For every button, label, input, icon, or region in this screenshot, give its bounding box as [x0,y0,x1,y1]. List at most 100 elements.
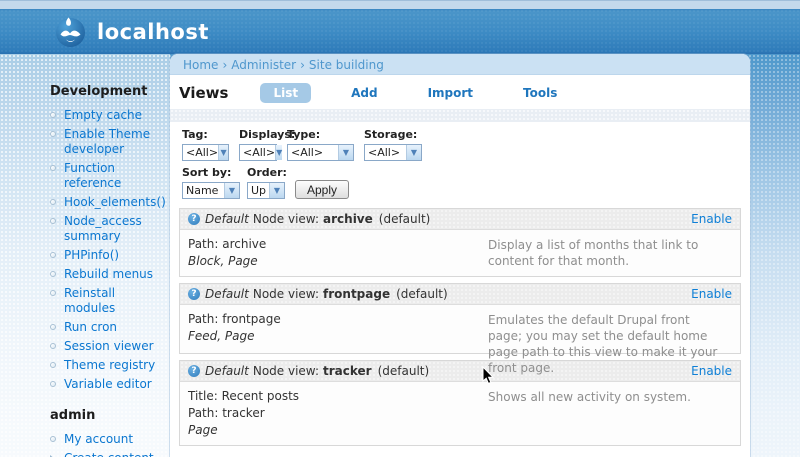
view-name: frontpage [323,287,391,301]
site-header: localhost [0,9,800,54]
chevron-down-icon: ▼ [218,145,228,160]
order-label: Order: [247,166,287,179]
tab-list[interactable]: List [260,83,312,103]
view-name: archive [323,212,373,226]
top-strip [0,0,800,9]
view-row-body: Title: Recent posts Path: tracker Page S… [180,382,740,445]
sort-filter: Sort by: Name ▼ [182,166,240,199]
filter-row-2: Sort by: Name ▼ Order: Up ▼ Apply [182,166,741,199]
panel-body: Views List Add Import Tools Tag: <All>▼ [170,81,750,457]
order-filter: Order: Up ▼ [247,166,287,199]
breadcrumb-administer-link[interactable]: Administer [231,58,296,72]
sidebar-item-hook-elements[interactable]: Hook_elements() [50,195,166,210]
displays-filter: Displays: <All> ▼ [239,128,296,161]
views-list: ? Default Node view: archive (default) E… [179,208,741,446]
breadcrumb: Home › Administer › Site building [170,54,750,75]
leaf-bullet-icon [50,218,56,224]
leaf-bullet-icon [50,199,56,205]
breadcrumb-home-link[interactable]: Home [183,58,218,72]
leaf-bullet-icon [50,290,56,296]
leaf-bullet-icon [50,381,56,387]
type-label: Type: [287,128,321,141]
sidebar-item-session-viewer[interactable]: Session viewer [50,339,162,354]
view-name: tracker [323,364,372,378]
leaf-bullet-icon [50,271,56,277]
view-path: Path: tracker [188,406,265,420]
breadcrumb-site-building-link[interactable]: Site building [309,58,384,72]
sort-by-select[interactable]: Name ▼ [182,182,240,199]
chevron-down-icon: ▼ [275,145,283,160]
apply-button[interactable]: Apply [295,180,350,199]
page-background: Development Empty cache Enable Theme dev… [0,54,800,457]
chevron-down-icon: ▼ [269,183,284,198]
order-select[interactable]: Up ▼ [247,182,285,199]
view-row-frontpage: ? Default Node view: frontpage (default)… [179,283,741,375]
filter-row-1: Tag: <All> ▼ Displays: <All> ▼ Type: <All>… [182,128,741,161]
help-icon[interactable]: ? [188,213,200,225]
view-type-badge: Default [205,212,249,226]
view-row-body: Path: archive Block, Page Display a list… [180,230,740,276]
help-icon[interactable]: ? [188,288,200,300]
sidebar-item-create-content[interactable]: Create content [50,451,162,457]
displays-select[interactable]: <All> ▼ [239,144,283,161]
content-panel: Home › Administer › Site building Views List… [170,54,750,457]
drupal-logo-icon[interactable] [55,16,86,47]
view-kind: Node view: [252,212,320,226]
chevron-down-icon: ▼ [406,145,421,160]
view-displays: Page [188,423,218,437]
chevron-down-icon: ▼ [224,183,239,198]
tag-select[interactable]: <All> ▼ [182,144,229,161]
view-description: Display a list of months that link to co… [488,238,699,268]
view-suffix: (default) [396,287,448,301]
drupal-admin-page: localhost Development Empty cache Enable… [0,0,800,457]
view-description: Emulates the default Drupal front page; … [488,313,718,375]
enable-link[interactable]: Enable [691,287,732,301]
leaf-bullet-icon [50,112,56,118]
sidebar-heading-development: Development [50,84,148,99]
tabs-divider-band [170,109,750,122]
breadcrumb-separator: › [300,58,305,72]
sidebar-item-variable-editor[interactable]: Variable editor [50,377,162,392]
page-title: Views [179,84,229,102]
tab-import[interactable]: Import [418,83,483,103]
sidebar-item-phpinfo[interactable]: PHPinfo() [50,248,162,263]
sidebar-item-reinstall-modules[interactable]: Reinstall modules [50,286,162,316]
sidebar-item-function-reference[interactable]: Function reference [50,161,162,191]
view-type-badge: Default [205,287,249,301]
view-suffix: (default) [378,212,431,226]
sidebar-item-enable-theme-developer[interactable]: Enable Theme developer [50,127,162,157]
view-description: Shows all new activity on system. [488,390,691,404]
sidebar-item-my-account[interactable]: My account [50,432,162,447]
tab-add[interactable]: Add [341,83,387,103]
tab-tools[interactable]: Tools [513,83,567,103]
view-type-badge: Default [205,364,249,378]
storage-select[interactable]: <All> ▼ [364,144,422,161]
site-name-link[interactable]: localhost [97,20,209,44]
help-icon[interactable]: ? [188,365,200,377]
tag-label: Tag: [182,128,208,141]
leaf-bullet-icon [50,252,56,258]
development-menu: Empty cache Enable Theme developer Funct… [50,108,166,392]
leaf-bullet-icon [50,436,56,442]
sidebar-item-run-cron[interactable]: Run cron [50,320,162,335]
displays-label: Displays: [239,128,296,141]
sidebar-item-theme-registry[interactable]: Theme registry [50,358,162,373]
sidebar-heading-admin: admin [50,408,96,423]
sidebar-item-empty-cache[interactable]: Empty cache [50,108,162,123]
view-suffix: (default) [377,364,430,378]
leaf-bullet-icon [50,324,56,330]
filters: Tag: <All> ▼ Displays: <All> ▼ Type: <All>… [179,128,741,199]
sort-by-label: Sort by: [182,166,232,179]
type-select[interactable]: <All> ▼ [287,144,354,161]
view-row-archive: ? Default Node view: archive (default) E… [179,208,741,277]
title-row: Views List Add Import Tools [179,81,741,105]
view-row-header: ? Default Node view: archive (default) E… [180,209,740,230]
sidebar-item-rebuild-menus[interactable]: Rebuild menus [50,267,162,282]
breadcrumb-separator: › [222,58,228,72]
enable-link[interactable]: Enable [691,212,732,226]
sidebar-item-node-access-summary[interactable]: Node_access summary [50,214,162,244]
storage-filter: Storage: <All> ▼ [364,128,422,161]
tag-filter: Tag: <All> ▼ [182,128,229,161]
leaf-bullet-icon [50,362,56,368]
view-kind: Node view: [252,287,320,301]
